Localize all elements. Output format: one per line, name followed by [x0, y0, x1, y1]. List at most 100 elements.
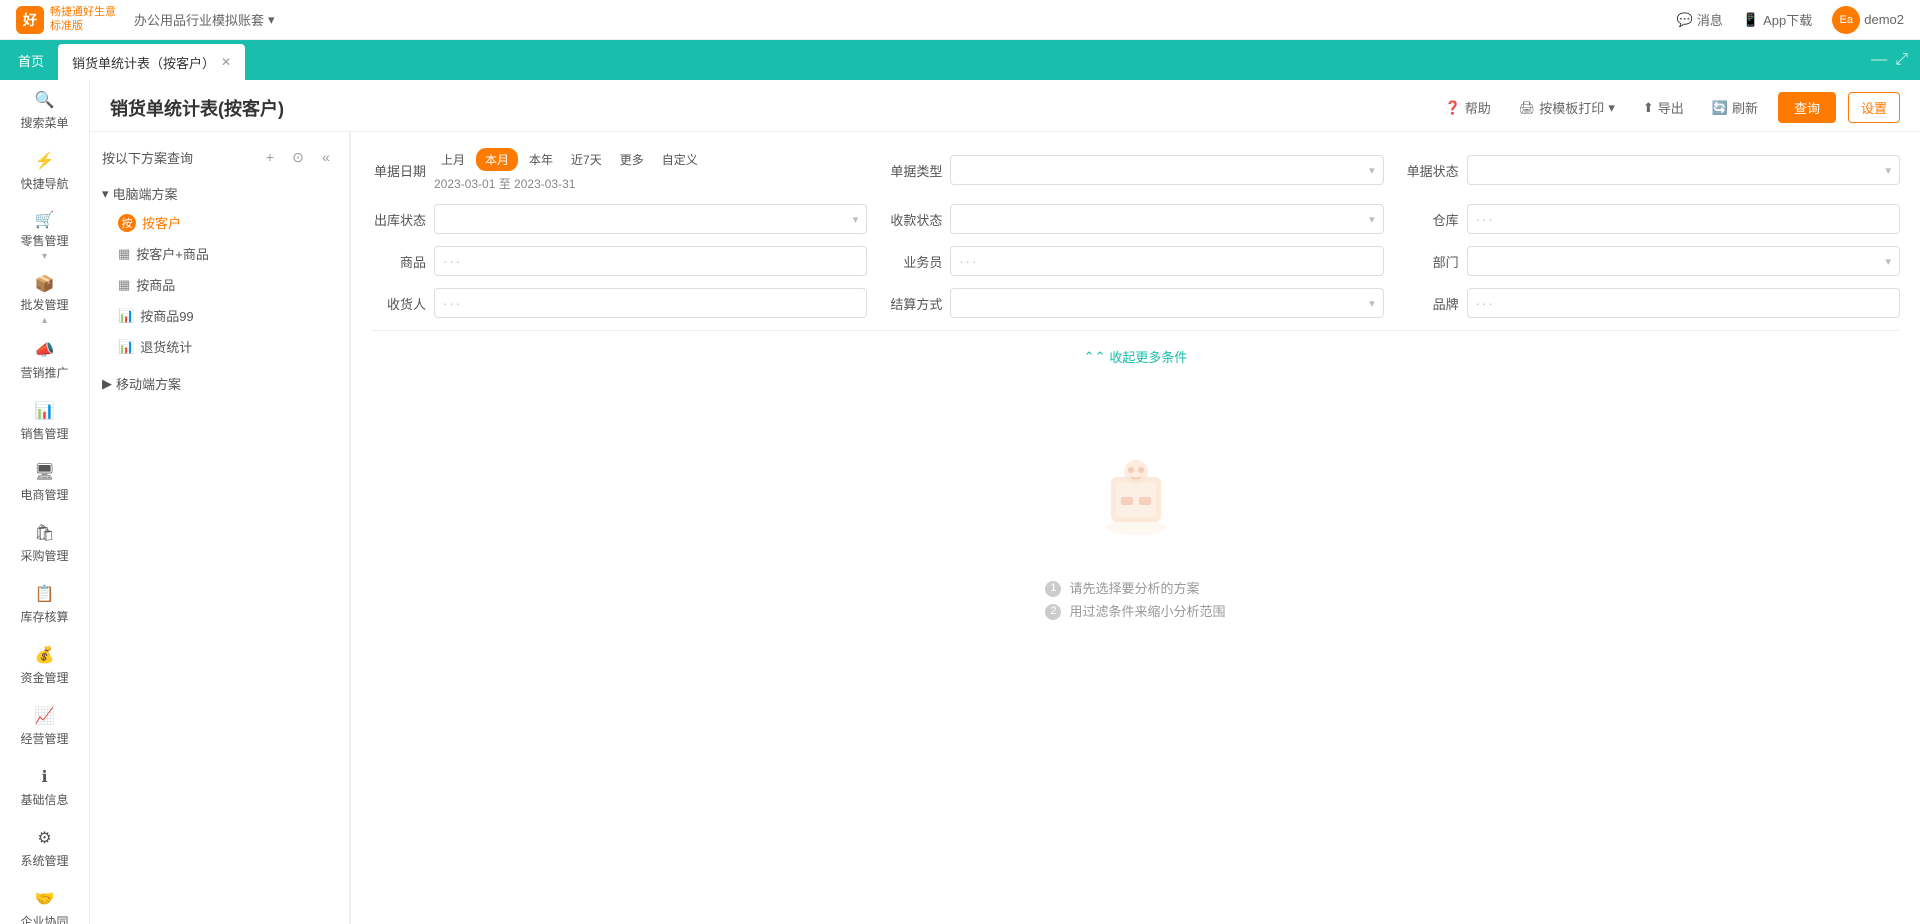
settle-control[interactable]: ▾ [950, 288, 1383, 318]
sidebar-item-sales[interactable]: 📊 销售管理 [0, 391, 89, 452]
goods-control[interactable]: ··· [434, 246, 867, 276]
maximize-button[interactable]: ⤢ [1895, 51, 1908, 69]
avatar: Ea [1832, 6, 1860, 34]
mobile-section-header[interactable]: ▶ 移动端方案 [90, 370, 349, 397]
status-control[interactable]: ▾ [1467, 155, 1900, 185]
brand-control[interactable]: ··· [1467, 288, 1900, 318]
collapse-icon: ⌃⌃ [1084, 349, 1106, 365]
filter-goods: 商品 ··· [371, 246, 867, 276]
sidebar-item-marketing[interactable]: 📣 营销推广 [0, 330, 89, 391]
page-actions: ❓ 帮助 🖨 按模板打印 ▾ ⬆ 导出 🔄 刷新 查询 [1437, 92, 1900, 123]
collapse-button[interactable]: ⌃⌃ 收起更多条件 [1074, 337, 1198, 376]
sidebar-item-collab[interactable]: 🤝 企业协同 [0, 879, 89, 924]
help-button[interactable]: ❓ 帮助 [1437, 94, 1499, 121]
sidebar-item-basics[interactable]: ℹ 基础信息 [0, 757, 89, 818]
sidebar-item-inventory[interactable]: 📋 库存核算 [0, 574, 89, 635]
date-btn-this-year[interactable]: 本年 [522, 148, 560, 171]
chevron-down-icon: ▾ [268, 12, 275, 28]
left-panel-icons: + ⊙ « [259, 146, 337, 168]
management-icon: 📈 [35, 706, 55, 726]
filter-collapse-row: ⌃⌃ 收起更多条件 [371, 330, 1900, 382]
ecommerce-icon: 🖥 [34, 462, 54, 482]
empty-illustration [1076, 442, 1196, 561]
filter-section: 单据日期 上月 本月 本年 近7天 更多 自定义 20 [371, 148, 1900, 382]
chevron-down-icon: ▾ [1885, 255, 1891, 268]
tab-sales-report[interactable]: 销货单统计表（按客户） ✕ [58, 44, 245, 80]
sidebar-item-finance[interactable]: 💰 资金管理 [0, 635, 89, 696]
sidebar-item-retail[interactable]: 🛒 零售管理 ▾ [0, 202, 89, 266]
print-icon: 🖨 [1519, 100, 1536, 116]
recv-status-control[interactable]: ▾ [950, 204, 1383, 234]
scheme-item-customer-goods[interactable]: ▦ 按客户+商品 [90, 238, 349, 269]
date-btn-this-month[interactable]: 本月 [476, 148, 518, 171]
sidebar-item-system[interactable]: ⚙ 系统管理 [0, 818, 89, 879]
sidebar-item-purchase[interactable]: 🛍 采购管理 [0, 513, 89, 574]
filter-date: 单据日期 上月 本月 本年 近7天 更多 自定义 20 [371, 148, 867, 192]
print-button[interactable]: 🖨 按模板打印 ▾ [1511, 94, 1623, 121]
date-btn-last-month[interactable]: 上月 [434, 148, 472, 171]
topbar-right: 💬 消息 📱 App下载 Ea demo2 [1677, 6, 1904, 34]
filter-row-3: 商品 ··· 业务员 ··· 部门 [371, 246, 1900, 276]
industry-selector[interactable]: 办公用品行业模拟账套 ▾ [126, 6, 283, 33]
salesperson-control[interactable]: ··· [950, 246, 1383, 276]
filter-status: 单据状态 ▾ [1404, 148, 1900, 192]
sidebar-item-wholesale[interactable]: 📦 批发管理 ▴ [0, 266, 89, 330]
quick-nav-icon: ⚡ [35, 151, 55, 171]
topbar-left: 好 畅捷通好生意 标准版 办公用品行业模拟账套 ▾ [16, 6, 283, 34]
close-icon[interactable]: ✕ [221, 55, 231, 69]
message-action[interactable]: 💬 消息 [1677, 10, 1723, 29]
sidebar-item-search[interactable]: 🔍 搜索菜单 [0, 80, 89, 141]
left-panel: 按以下方案查询 + ⊙ « ▾ 电脑端方案 按 按客户 [90, 132, 350, 924]
add-scheme-button[interactable]: + [259, 146, 281, 168]
scheme-item-by-goods[interactable]: ▦ 按商品 [90, 269, 349, 300]
right-panel: 单据日期 上月 本月 本年 近7天 更多 自定义 20 [351, 132, 1920, 924]
filter-dept: 部门 ▾ [1404, 246, 1900, 276]
warehouse-control[interactable]: ··· [1467, 204, 1900, 234]
wholesale-icon: 📦 [35, 274, 55, 294]
query-button[interactable]: 查询 [1778, 92, 1836, 123]
recv-status-label: 收款状态 [887, 210, 942, 229]
mobile-icon: 📱 [1743, 12, 1759, 28]
export-button[interactable]: ⬆ 导出 [1635, 94, 1692, 121]
minimize-button[interactable]: — [1871, 51, 1887, 69]
tip-item-1: 1 请先选择要分析的方案 [1045, 577, 1225, 600]
user-action[interactable]: Ea demo2 [1832, 6, 1904, 34]
tab-home[interactable]: 首页 [4, 45, 58, 75]
dept-control[interactable]: ▾ [1467, 246, 1900, 276]
window-buttons: — ⤢ [1871, 51, 1916, 69]
desktop-section-header[interactable]: ▾ 电脑端方案 [90, 180, 349, 207]
scheme-item-return-stats[interactable]: 📊 退货统计 [90, 331, 349, 362]
mobile-scheme-section: ▶ 移动端方案 [90, 366, 349, 401]
sales-icon: 📊 [35, 401, 55, 421]
salesperson-label: 业务员 [887, 252, 942, 271]
purchase-icon: 🛍 [34, 523, 54, 543]
sidebar-item-ecommerce[interactable]: 🖥 电商管理 [0, 452, 89, 513]
marketing-icon: 📣 [35, 340, 55, 360]
desktop-scheme-section: ▾ 电脑端方案 按 按客户 ▦ 按客户+商品 ▦ 按商品 [90, 176, 349, 366]
receiver-control[interactable]: ··· [434, 288, 867, 318]
sidebar-item-quick-nav[interactable]: ⚡ 快捷导航 [0, 141, 89, 202]
refresh-button[interactable]: 🔄 刷新 [1704, 94, 1766, 121]
settings-button[interactable]: 设置 [1848, 92, 1900, 123]
scheme-item-goods99[interactable]: 📊 按商品99 [90, 300, 349, 331]
receiver-label: 收货人 [371, 294, 426, 313]
filter-row-1: 单据日期 上月 本月 本年 近7天 更多 自定义 20 [371, 148, 1900, 192]
app-download-action[interactable]: 📱 App下载 [1743, 10, 1812, 29]
type-control[interactable]: ▾ [950, 155, 1383, 185]
date-btn-more[interactable]: 更多 [613, 148, 651, 171]
help-icon: ❓ [1445, 100, 1461, 116]
chevron-down-icon: ▾ [1885, 164, 1891, 177]
date-btn-last-7-days[interactable]: 近7天 [564, 148, 609, 171]
empty-tips: 1 请先选择要分析的方案 2 用过滤条件来缩小分析范围 [1045, 577, 1225, 624]
filter-out-status: 出库状态 ▾ [371, 204, 867, 234]
logo-text: 畅捷通好生意 标准版 [50, 6, 116, 32]
date-btn-custom[interactable]: 自定义 [655, 148, 705, 171]
sidebar-item-management[interactable]: 📈 经营管理 [0, 696, 89, 757]
out-status-control[interactable]: ▾ [434, 204, 867, 234]
settle-label: 结算方式 [887, 294, 942, 313]
type-label: 单据类型 [887, 161, 942, 180]
refresh-scheme-button[interactable]: ⊙ [287, 146, 309, 168]
collapse-panel-button[interactable]: « [315, 146, 337, 168]
refresh-icon: 🔄 [1712, 100, 1728, 116]
scheme-item-by-customer[interactable]: 按 按客户 [90, 207, 349, 238]
